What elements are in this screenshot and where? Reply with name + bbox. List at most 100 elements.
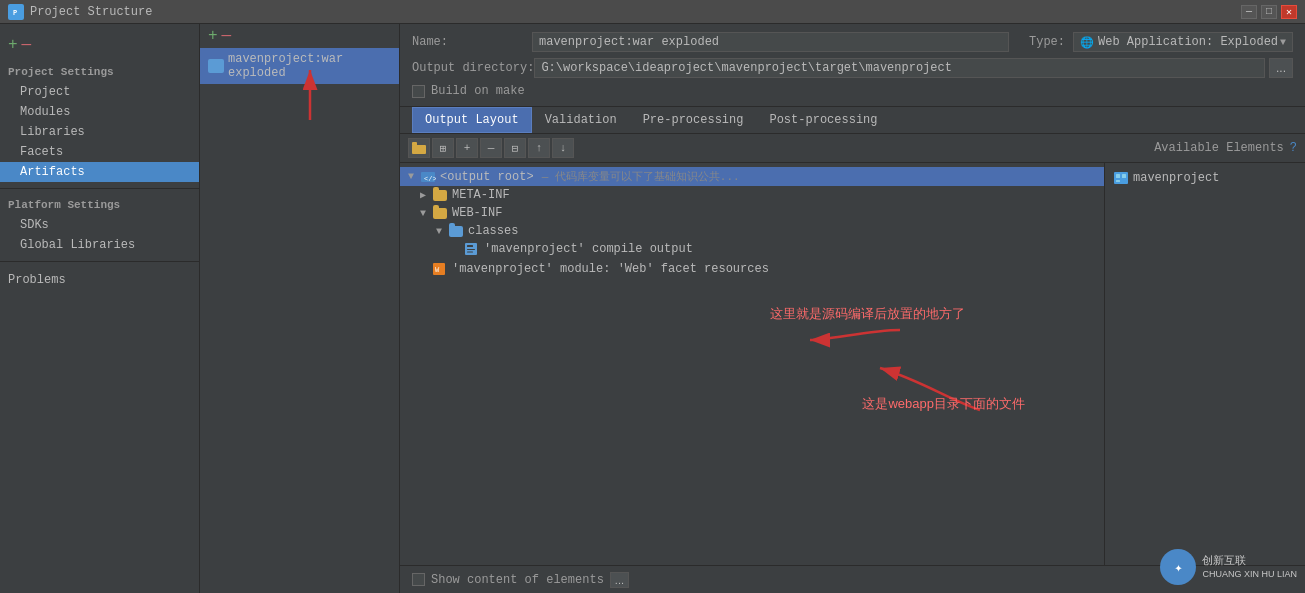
- svg-rect-9: [467, 252, 473, 253]
- tree-item-web-inf[interactable]: ▼ WEB-INF: [400, 204, 1104, 222]
- artifact-item-icon: [208, 59, 224, 73]
- split-area: ▼ </> <output root> — 代码库变量可以下了基础知识公共...…: [400, 163, 1305, 565]
- build-on-make-checkbox[interactable]: [412, 85, 425, 98]
- available-elements-label: Available Elements: [1154, 141, 1284, 155]
- tab-validation[interactable]: Validation: [532, 107, 630, 133]
- sidebar-item-modules[interactable]: Modules: [0, 102, 199, 122]
- content-area: Name: Type: 🌐 Web Application: Exploded …: [400, 24, 1305, 593]
- sidebar-divider-2: [0, 261, 199, 262]
- close-button[interactable]: ✕: [1281, 5, 1297, 19]
- web-inf-label: WEB-INF: [452, 206, 502, 220]
- sidebar-item-libraries[interactable]: Libraries: [0, 122, 199, 142]
- window-controls: — □ ✕: [1241, 5, 1297, 19]
- toolbar-add-btn[interactable]: +: [456, 138, 478, 158]
- output-root-annotation: — 代码库变量可以下了基础知识公共...: [542, 169, 740, 184]
- title-bar: P Project Structure — □ ✕: [0, 0, 1305, 24]
- artifact-item-label: mavenproject:war exploded: [228, 52, 391, 80]
- tree-item-web-resources[interactable]: ▶ W 'mavenproject' module: 'Web' facet r…: [400, 260, 1104, 278]
- output-root-label: <output root>: [440, 170, 534, 184]
- artifact-add-button[interactable]: +: [208, 28, 218, 44]
- maximize-button[interactable]: □: [1261, 5, 1277, 19]
- help-icon[interactable]: ?: [1290, 141, 1297, 155]
- type-select-container[interactable]: 🌐 Web Application: Exploded ▼: [1073, 32, 1293, 52]
- window-title: Project Structure: [30, 5, 152, 19]
- sidebar-item-global-libraries[interactable]: Global Libraries: [0, 235, 199, 255]
- sidebar-add-btn[interactable]: +: [8, 36, 18, 54]
- tabs-row: Output Layout Validation Pre-processing …: [400, 107, 1305, 134]
- toolbar-folder-btn[interactable]: [408, 138, 430, 158]
- type-dropdown-arrow[interactable]: ▼: [1280, 37, 1286, 48]
- output-layout-tree: ▼ </> <output root> — 代码库变量可以下了基础知识公共...…: [400, 163, 1105, 565]
- bottom-dots-button[interactable]: ...: [610, 572, 629, 588]
- sidebar-item-facets[interactable]: Facets: [0, 142, 199, 162]
- middle-toolbar: ⊞ + — ⊟ ↑ ↓ Available Elements ?: [400, 134, 1305, 163]
- tree-arrow-meta-inf: ▶: [420, 189, 432, 201]
- sidebar: + — Project Settings Project Modules Lib…: [0, 24, 200, 593]
- available-elements-panel: mavenproject: [1105, 163, 1305, 565]
- output-root-icon: </>: [420, 170, 436, 184]
- web-resources-label: 'mavenproject' module: 'Web' facet resou…: [452, 262, 769, 276]
- name-field-row: Name: Type: 🌐 Web Application: Exploded …: [412, 32, 1293, 52]
- build-on-make-row: Build on make: [412, 84, 1293, 98]
- minimize-button[interactable]: —: [1241, 5, 1257, 19]
- tree-item-classes[interactable]: ▼ classes: [400, 222, 1104, 240]
- svg-rect-13: [1116, 174, 1120, 178]
- tree-arrow-output-root: ▼: [408, 171, 420, 182]
- tab-post-processing[interactable]: Post-processing: [756, 107, 890, 133]
- tab-output-layout[interactable]: Output Layout: [412, 107, 532, 133]
- tree-item-output-root[interactable]: ▼ </> <output root> — 代码库变量可以下了基础知识公共...: [400, 167, 1104, 186]
- meta-inf-label: META-INF: [452, 188, 510, 202]
- web-resources-icon: W: [432, 262, 448, 276]
- output-dir-row: Output directory: ...: [412, 58, 1293, 78]
- show-content-checkbox[interactable]: [412, 573, 425, 586]
- tree-arrow-classes: ▼: [436, 226, 448, 237]
- tree-item-meta-inf[interactable]: ▶ META-INF: [400, 186, 1104, 204]
- output-dir-input[interactable]: [534, 58, 1265, 78]
- toolbar-grid-btn[interactable]: ⊞: [432, 138, 454, 158]
- artifact-list-item[interactable]: mavenproject:war exploded: [200, 48, 399, 84]
- toolbar-down-btn[interactable]: ↓: [552, 138, 574, 158]
- sidebar-divider: [0, 188, 199, 189]
- sidebar-item-sdks[interactable]: SDKs: [0, 215, 199, 235]
- build-on-make-label: Build on make: [431, 84, 525, 98]
- show-content-label: Show content of elements: [431, 573, 604, 587]
- top-fields: Name: Type: 🌐 Web Application: Exploded …: [400, 24, 1305, 107]
- main-container: + — Project Settings Project Modules Lib…: [0, 24, 1305, 593]
- toolbar-remove-btn[interactable]: ⊟: [504, 138, 526, 158]
- artifact-remove-button[interactable]: —: [222, 28, 232, 44]
- output-dir-browse-button[interactable]: ...: [1269, 58, 1293, 78]
- tree-item-compile-output[interactable]: ▶ 'mavenproject' compile output: [400, 240, 1104, 258]
- svg-text:</>: </>: [424, 175, 436, 183]
- svg-rect-14: [1122, 174, 1126, 178]
- svg-rect-12: [1114, 172, 1128, 184]
- svg-rect-3: [412, 142, 417, 146]
- sidebar-remove-btn[interactable]: —: [22, 36, 32, 54]
- project-settings-label: Project Settings: [0, 62, 199, 82]
- toolbar-up-btn[interactable]: ↑: [528, 138, 550, 158]
- right-panel-item-mavenproject[interactable]: mavenproject: [1105, 167, 1305, 189]
- right-panel-item-label: mavenproject: [1133, 171, 1219, 185]
- platform-settings-label: Platform Settings: [0, 195, 199, 215]
- name-label: Name:: [412, 35, 532, 49]
- compile-output-icon: [464, 242, 480, 256]
- classes-folder-icon: [448, 224, 464, 238]
- artifact-toolbar: + —: [200, 24, 399, 48]
- toolbar-minus-btn[interactable]: —: [480, 138, 502, 158]
- meta-inf-folder-icon: [432, 188, 448, 202]
- tab-pre-processing[interactable]: Pre-processing: [630, 107, 757, 133]
- svg-rect-15: [1116, 180, 1120, 182]
- sidebar-item-artifacts[interactable]: Artifacts: [0, 162, 199, 182]
- app-icon: P: [8, 4, 24, 20]
- type-icon: 🌐: [1080, 36, 1094, 49]
- tree-arrow-web-inf: ▼: [420, 208, 432, 219]
- type-field: 🌐 Web Application: Exploded ▼: [1073, 32, 1293, 52]
- bottom-bar: Show content of elements ...: [400, 565, 1305, 593]
- type-value: Web Application: Exploded: [1098, 35, 1280, 49]
- sidebar-item-problems[interactable]: Problems: [0, 270, 199, 290]
- sidebar-item-project[interactable]: Project: [0, 82, 199, 102]
- compile-output-label: 'mavenproject' compile output: [484, 242, 693, 256]
- output-dir-label: Output directory:: [412, 61, 534, 75]
- web-inf-folder-icon: [432, 206, 448, 220]
- name-input[interactable]: [532, 32, 1009, 52]
- svg-rect-2: [412, 145, 426, 154]
